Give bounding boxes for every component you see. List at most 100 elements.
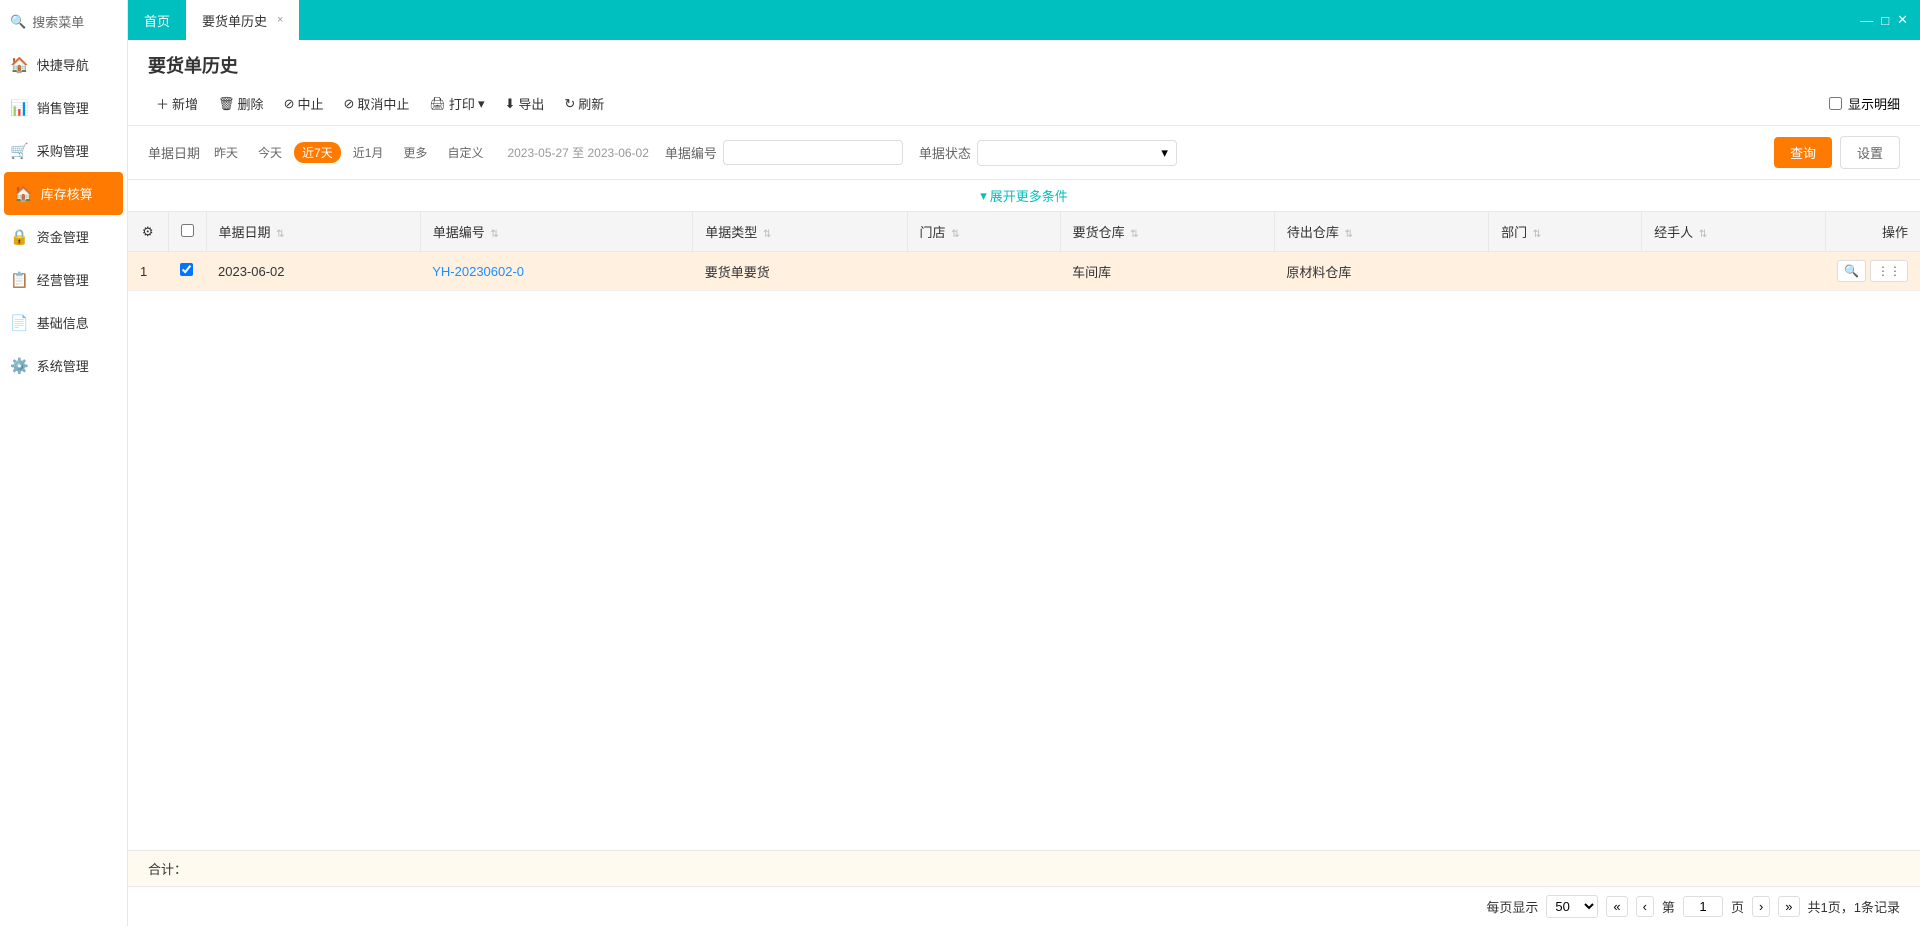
summary-label: 合计：: [148, 859, 187, 878]
topbar: 首页 要货单历史 × — □ ✕: [128, 0, 1920, 40]
next-page-button[interactable]: ›: [1752, 896, 1770, 917]
cancel-stop-button[interactable]: ⊘ 取消中止: [335, 90, 417, 117]
status-select[interactable]: ▾: [977, 140, 1177, 166]
col-store: 门店 ⇅: [907, 212, 1060, 252]
window-minimize-button[interactable]: —: [1860, 13, 1873, 28]
page-label: 第: [1662, 897, 1675, 916]
date-opt-more[interactable]: 更多: [395, 142, 435, 163]
col-req-warehouse: 要货仓库 ⇅: [1060, 212, 1274, 252]
filter-bar: 单据日期 昨天 今天 近7天 近1月 更多 自定义 2023-05-27 至 2…: [128, 126, 1920, 180]
cell-store: [907, 252, 1060, 291]
page-header: 要货单历史 ＋ 新增 🗑 删除 ⊘ 中止 ⊘ 取消中止 🖨 打印 ▾: [128, 40, 1920, 126]
tab-home[interactable]: 首页: [128, 0, 186, 40]
print-dropdown-icon: ▾: [478, 96, 485, 112]
tab-close-button[interactable]: ×: [277, 14, 283, 26]
col-req-warehouse-label: 要货仓库: [1073, 225, 1125, 240]
basic-icon: 📄: [10, 314, 29, 332]
date-opt-1month[interactable]: 近1月: [345, 142, 392, 163]
table-body: 1 2023-06-02 YH-20230602-0 要货单要货 车间库 原材料…: [128, 252, 1920, 291]
status-filter-group: 单据状态 ▾: [919, 140, 1177, 166]
search-icon: 🔍: [10, 14, 26, 30]
query-button[interactable]: 查询: [1774, 137, 1832, 168]
cell-checkbox: [168, 252, 206, 291]
date-opt-today[interactable]: 今天: [250, 142, 290, 163]
prev-page-button[interactable]: ‹: [1636, 896, 1654, 917]
sidebar-item-basic[interactable]: 📄 基础信息: [0, 301, 127, 344]
sidebar-item-operations[interactable]: 📋 经营管理: [0, 258, 127, 301]
page-title: 要货单历史: [148, 52, 1900, 78]
window-close-button[interactable]: ✕: [1897, 12, 1908, 28]
sidebar-item-operations-label: 经营管理: [37, 270, 89, 289]
page-number-input[interactable]: [1683, 896, 1723, 917]
delete-button[interactable]: 🗑 删除: [210, 90, 272, 117]
sort-department-icon[interactable]: ⇅: [1533, 229, 1541, 240]
date-opt-7days[interactable]: 近7天: [294, 142, 341, 163]
doc-no-input[interactable]: [723, 140, 903, 165]
more-button[interactable]: ⋮⋮: [1870, 260, 1908, 282]
col-settings: ⚙: [128, 212, 168, 252]
sidebar-item-home[interactable]: 🏠 快捷导航: [0, 43, 127, 86]
sidebar-search[interactable]: 🔍 搜索菜单: [0, 0, 127, 43]
sidebar-item-inventory-label: 库存核算: [41, 184, 93, 203]
stop-label: 中止: [297, 94, 323, 113]
expand-icon: ▾: [980, 188, 987, 204]
col-doc-type-label: 单据类型: [705, 225, 757, 240]
sidebar-item-finance[interactable]: 🔒 资金管理: [0, 215, 127, 258]
sort-date-icon[interactable]: ⇅: [276, 229, 284, 240]
table-row: 1 2023-06-02 YH-20230602-0 要货单要货 车间库 原材料…: [128, 252, 1920, 291]
sales-icon: 📊: [10, 99, 29, 117]
view-button[interactable]: 🔍: [1837, 260, 1866, 282]
export-button[interactable]: ⬇ 导出: [496, 90, 552, 117]
settings-button[interactable]: 设置: [1840, 136, 1900, 169]
doc-no-link[interactable]: YH-20230602-0: [432, 264, 524, 279]
print-icon: 🖨: [429, 96, 446, 112]
sort-handler-icon[interactable]: ⇅: [1699, 229, 1707, 240]
expand-conditions-button[interactable]: ▾ 展开更多条件: [980, 186, 1068, 205]
pagination: 每页显示 50 100 200 « ‹ 第 页 › » 共1页，1条记录: [128, 886, 1920, 926]
refresh-button[interactable]: ↻ 刷新: [556, 90, 612, 117]
col-checkbox: [168, 212, 206, 252]
sidebar-item-sales[interactable]: 📊 销售管理: [0, 86, 127, 129]
sidebar-item-system[interactable]: ⚙️ 系统管理: [0, 344, 127, 387]
filter-action-buttons: 查询 设置: [1774, 136, 1900, 169]
sort-pending-warehouse-icon[interactable]: ⇅: [1345, 229, 1353, 240]
date-opt-yesterday[interactable]: 昨天: [206, 142, 246, 163]
display-detail-checkbox[interactable]: [1829, 97, 1842, 110]
col-date-label: 单据日期: [219, 225, 271, 240]
window-restore-button[interactable]: □: [1881, 13, 1889, 28]
refresh-label: 刷新: [578, 94, 604, 113]
stop-button[interactable]: ⊘ 中止: [276, 90, 332, 117]
sort-store-icon[interactable]: ⇅: [951, 229, 959, 240]
sidebar-item-inventory[interactable]: 🏠 库存核算: [4, 172, 123, 215]
col-pending-warehouse-label: 待出仓库: [1287, 225, 1339, 240]
sort-doc-type-icon[interactable]: ⇅: [763, 229, 771, 240]
sort-req-warehouse-icon[interactable]: ⇅: [1130, 229, 1138, 240]
cell-doc-type: 要货单要货: [693, 252, 907, 291]
first-page-button[interactable]: «: [1606, 896, 1627, 917]
inventory-icon: 🏠: [14, 185, 33, 203]
sidebar-search-label: 搜索菜单: [32, 12, 84, 31]
select-all-checkbox[interactable]: [181, 224, 194, 237]
topbar-window-controls: — □ ✕: [1848, 12, 1920, 28]
home-icon: 🏠: [10, 56, 29, 74]
sidebar-item-purchase[interactable]: 🛒 采购管理: [0, 129, 127, 172]
new-icon: ＋: [156, 94, 169, 113]
doc-no-filter-group: 单据编号: [665, 140, 903, 165]
date-opt-custom[interactable]: 自定义: [439, 142, 491, 163]
new-button[interactable]: ＋ 新增: [148, 90, 206, 117]
cancel-stop-label: 取消中止: [357, 94, 409, 113]
delete-icon: 🗑: [218, 96, 235, 112]
table-header-row: ⚙ 单据日期 ⇅ 单据编号 ⇅ 单据类型: [128, 212, 1920, 252]
col-department-label: 部门: [1501, 225, 1527, 240]
table-settings-icon[interactable]: ⚙: [142, 224, 154, 240]
page-size-select[interactable]: 50 100 200: [1546, 895, 1598, 918]
col-handler-label: 经手人: [1654, 225, 1693, 240]
tab-requisition-history[interactable]: 要货单历史 ×: [186, 0, 299, 40]
last-page-button[interactable]: »: [1778, 896, 1799, 917]
cell-doc-no: YH-20230602-0: [420, 252, 693, 291]
row-checkbox[interactable]: [180, 263, 193, 276]
status-select-arrow: ▾: [1161, 145, 1168, 161]
date-filter-group: 单据日期 昨天 今天 近7天 近1月 更多 自定义: [148, 142, 491, 163]
print-button[interactable]: 🖨 打印 ▾: [421, 90, 492, 117]
sort-doc-no-icon[interactable]: ⇅: [490, 229, 498, 240]
